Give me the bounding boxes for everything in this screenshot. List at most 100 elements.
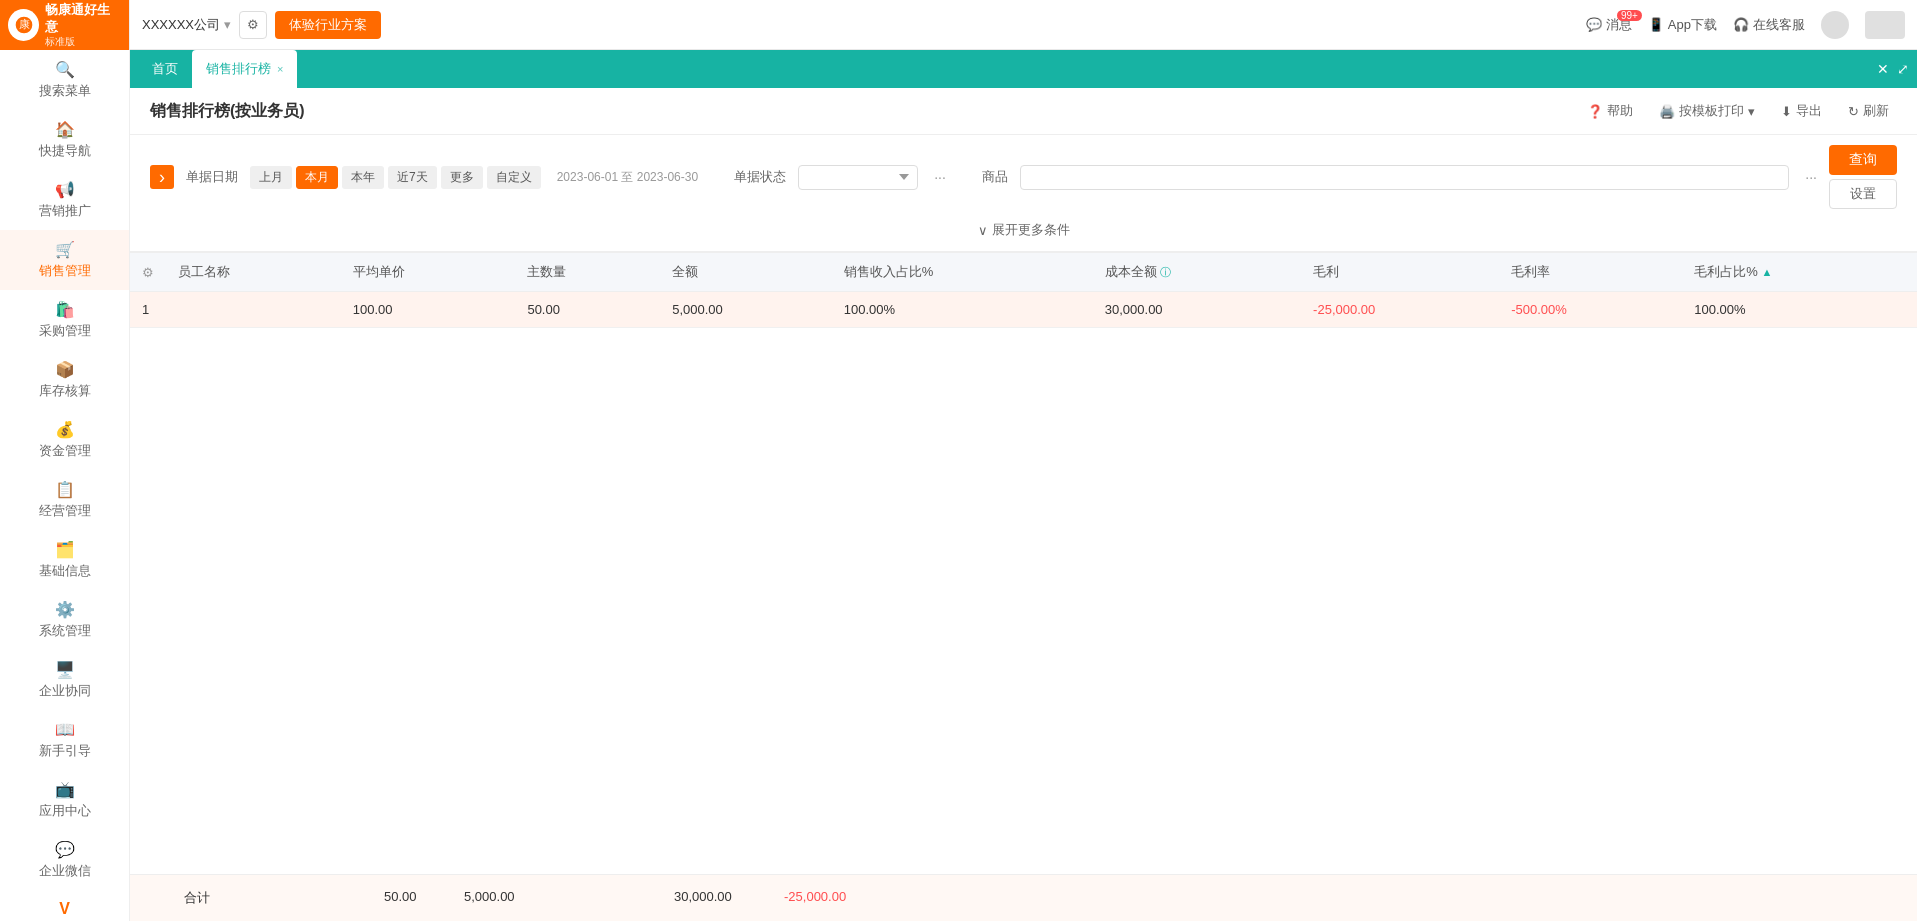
table-footer: 合计 50.00 5,000.00 30,000.00 -25,000.00 — [130, 874, 1917, 921]
date-btn-more[interactable]: 更多 — [441, 166, 483, 189]
home-icon: 🏠 — [55, 120, 75, 139]
sidebar-item-app-center[interactable]: 📺 应用中心 — [0, 770, 129, 830]
company-selector[interactable]: XXXXXX公司 ▾ — [142, 16, 231, 34]
td-avg-price: 100.00 — [341, 292, 516, 328]
table-header-row: ⚙ 员工名称 平均单价 主数量 全额 销售收入占比% 成本全额 ⓘ 毛利 毛利率… — [130, 253, 1917, 292]
date-btn-this-year[interactable]: 本年 — [342, 166, 384, 189]
sidebar-item-search[interactable]: 🔍 搜索菜单 — [0, 50, 129, 110]
system-icon: ⚙️ — [55, 600, 75, 619]
tab-expand-icon[interactable]: ⤢ — [1897, 61, 1909, 77]
logo-icon: 康 — [8, 9, 39, 41]
expand-row: ∨ 展开更多条件 — [130, 209, 1917, 252]
topbar-gear-btn[interactable]: ⚙ — [239, 11, 267, 39]
message-btn[interactable]: 💬 消息 99+ — [1586, 16, 1632, 34]
settings-btn[interactable]: 设置 — [1829, 179, 1897, 209]
base-info-icon: 🗂️ — [55, 540, 75, 559]
inventory-icon: 📦 — [55, 360, 75, 379]
date-btn-last-month[interactable]: 上月 — [250, 166, 292, 189]
footer-total-label: 合计 — [172, 883, 292, 913]
search-icon: 🔍 — [55, 60, 75, 79]
table-wrap: ⚙ 员工名称 平均单价 主数量 全额 销售收入占比% 成本全额 ⓘ 毛利 毛利率… — [130, 253, 1917, 874]
print-btn[interactable]: 🖨️ 按模板打印 ▾ — [1651, 98, 1763, 124]
industry-btn[interactable]: 体验行业方案 — [275, 11, 381, 39]
date-btn-custom[interactable]: 自定义 — [487, 166, 541, 189]
refresh-icon: ↻ — [1848, 104, 1859, 119]
goods-label: 商品 — [982, 168, 1008, 186]
sidebar-item-base-info[interactable]: 🗂️ 基础信息 — [0, 530, 129, 590]
th-gross-rate: 毛利率 — [1499, 253, 1682, 292]
tab-active-label: 销售排行榜 — [206, 60, 271, 78]
query-btn[interactable]: 查询 — [1829, 145, 1897, 175]
filter-area: › 单据日期 上月 本月 本年 近7天 更多 自定义 2023-06-01 至 … — [130, 135, 1917, 253]
action-buttons: 查询 设置 — [1829, 145, 1897, 209]
td-cost: 30,000.00 — [1093, 292, 1301, 328]
message-icon: 💬 — [1586, 17, 1602, 32]
tab-sales-ranking[interactable]: 销售排行榜 × — [192, 50, 297, 88]
online-service-label: 在线客服 — [1753, 16, 1805, 34]
user-avatar[interactable] — [1821, 11, 1849, 39]
print-dropdown-icon: ▾ — [1748, 104, 1755, 119]
tab-home[interactable]: 首页 — [138, 50, 192, 88]
sidebar-item-guide[interactable]: 📖 新手引导 — [0, 710, 129, 770]
tab-close-all-icon[interactable]: ✕ — [1877, 61, 1889, 77]
sidebar-item-wechat[interactable]: 💬 企业微信 — [0, 830, 129, 890]
sidebar-item-system[interactable]: ⚙️ 系统管理 — [0, 590, 129, 650]
filter-row: › 单据日期 上月 本月 本年 近7天 更多 自定义 2023-06-01 至 … — [130, 135, 1917, 209]
logo-text: 畅康通好生意 标准版 — [45, 2, 121, 49]
goods-input[interactable] — [1020, 165, 1790, 190]
sidebar-item-management[interactable]: 📋 经营管理 — [0, 470, 129, 530]
data-table: ⚙ 员工名称 平均单价 主数量 全额 销售收入占比% 成本全额 ⓘ 毛利 毛利率… — [130, 253, 1917, 328]
tab-home-label: 首页 — [152, 60, 178, 78]
footer-gross: -25,000.00 — [772, 883, 872, 913]
footer-label — [142, 883, 172, 913]
sidebar-item-finance[interactable]: 💰 资金管理 — [0, 410, 129, 470]
status-label: 单据状态 — [734, 168, 786, 186]
th-gross: 毛利 — [1301, 253, 1499, 292]
export-icon: ⬇ — [1781, 104, 1792, 119]
footer-amount: 5,000.00 — [452, 883, 552, 913]
page-header: 销售排行榜(按业务员) ❓ 帮助 🖨️ 按模板打印 ▾ ⬇ 导出 ↻ 刷新 — [130, 88, 1917, 135]
status-more-dots[interactable]: ··· — [934, 169, 946, 185]
th-avg-price: 平均单价 — [341, 253, 516, 292]
filter-expand-left-icon[interactable]: › — [150, 165, 174, 189]
guide-icon: 📖 — [55, 720, 75, 739]
management-icon: 📋 — [55, 480, 75, 499]
app-download-btn[interactable]: 📱 App下载 — [1648, 16, 1717, 34]
content-area: 销售排行榜(按业务员) ❓ 帮助 🖨️ 按模板打印 ▾ ⬇ 导出 ↻ 刷新 — [130, 88, 1917, 921]
sidebar-item-marketing[interactable]: 📢 营销推广 — [0, 170, 129, 230]
goods-more-dots[interactable]: ··· — [1805, 169, 1817, 185]
purchase-icon: 🛍️ — [55, 300, 75, 319]
date-label: 单据日期 — [186, 168, 238, 186]
td-gross-pct: 100.00% — [1682, 292, 1917, 328]
online-service-btn[interactable]: 🎧 在线客服 — [1733, 16, 1805, 34]
expand-more-btn[interactable]: ∨ 展开更多条件 — [978, 221, 1070, 239]
sidebar-item-inventory[interactable]: 📦 库存核算 — [0, 350, 129, 410]
sidebar-item-quick-nav[interactable]: 🏠 快捷导航 — [0, 110, 129, 170]
export-btn[interactable]: ⬇ 导出 — [1773, 98, 1830, 124]
date-btn-this-month[interactable]: 本月 — [296, 166, 338, 189]
tabbar: 首页 销售排行榜 × ✕ ⤢ — [130, 50, 1917, 88]
marketing-icon: 📢 — [55, 180, 75, 199]
help-btn[interactable]: ❓ 帮助 — [1579, 98, 1641, 124]
footer-sales-pct — [552, 883, 662, 913]
th-amount: 全额 — [660, 253, 832, 292]
date-btn-7days[interactable]: 近7天 — [388, 166, 437, 189]
sales-icon: 🛒 — [55, 240, 75, 259]
headset-icon: 🎧 — [1733, 17, 1749, 32]
tab-close-icon[interactable]: × — [277, 63, 283, 75]
footer-avg-price — [292, 883, 372, 913]
company-name: XXXXXX公司 — [142, 16, 220, 34]
sidebar-item-sales[interactable]: 🛒 销售管理 — [0, 230, 129, 290]
finance-icon: 💰 — [55, 420, 75, 439]
sidebar-item-purchase[interactable]: 🛍️ 采购管理 — [0, 290, 129, 350]
td-gross-rate: -500.00% — [1499, 292, 1682, 328]
message-badge: 99+ — [1617, 10, 1642, 21]
td-sales-pct: 100.00% — [832, 292, 1093, 328]
status-select[interactable] — [798, 165, 918, 190]
refresh-btn[interactable]: ↻ 刷新 — [1840, 98, 1897, 124]
sidebar-item-collab[interactable]: 🖥️ 企业协同 — [0, 650, 129, 710]
footer-main-qty: 50.00 — [372, 883, 452, 913]
topbar-right: 💬 消息 99+ 📱 App下载 🎧 在线客服 — [1586, 11, 1905, 39]
date-buttons: 上月 本月 本年 近7天 更多 自定义 — [250, 166, 541, 189]
sidebar-item-member[interactable]: V 畅会员 — [0, 890, 129, 921]
